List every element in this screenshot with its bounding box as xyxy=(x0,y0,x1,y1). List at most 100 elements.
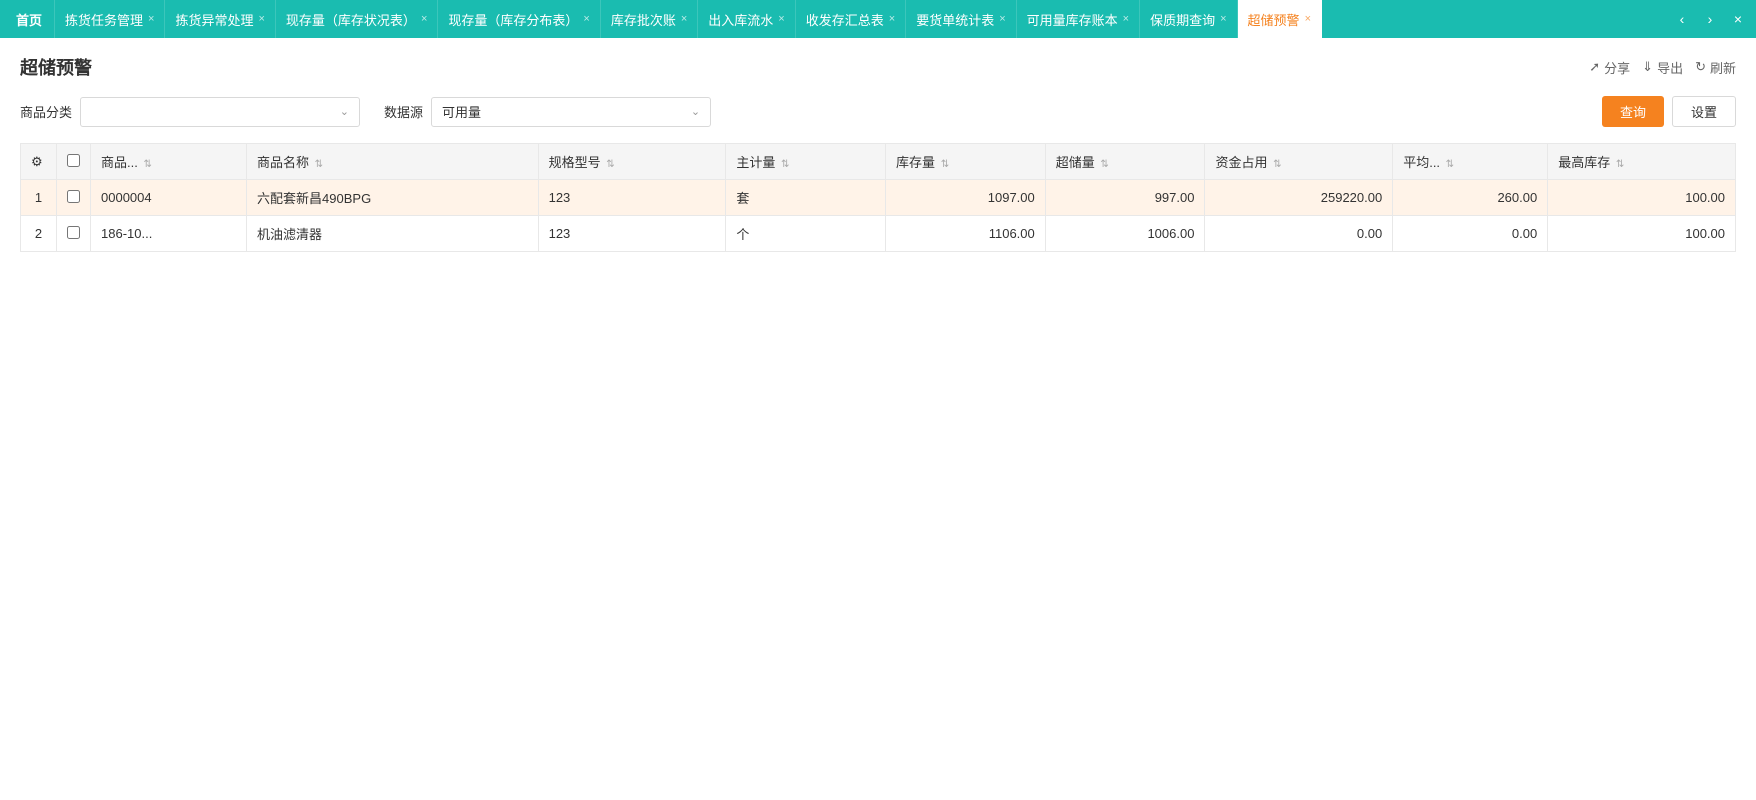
close-tab-tab8[interactable]: × xyxy=(999,13,1005,25)
query-button[interactable]: 查询 xyxy=(1602,96,1664,127)
row-spec: 123 xyxy=(538,180,726,216)
close-tab-tab11[interactable]: × xyxy=(1305,13,1311,25)
nav-home[interactable]: 首页 xyxy=(4,0,55,38)
close-tab-tab2[interactable]: × xyxy=(258,13,264,25)
top-nav: 首页 拣货任务管理×拣货异常处理×现存量（库存状况表）×现存量（库存分布表）×库… xyxy=(0,0,1756,38)
th-code[interactable]: 商品... ⇅ xyxy=(91,144,247,180)
nav-tab-tab8[interactable]: 要货单统计表× xyxy=(906,0,1016,38)
nav-close-arrow[interactable]: × xyxy=(1724,0,1752,38)
table-row: 2 186-10... 机油滤清器 123 个 1106.00 1006.00 … xyxy=(21,216,1736,252)
settings-button[interactable]: 设置 xyxy=(1672,96,1736,127)
close-tab-tab7[interactable]: × xyxy=(889,13,895,25)
sort-unit-icon: ⇅ xyxy=(781,159,789,170)
row-maxstock: 100.00 xyxy=(1548,216,1736,252)
sort-overstock-icon: ⇅ xyxy=(1100,159,1108,170)
row-num: 1 xyxy=(21,180,57,216)
datasource-dropdown-arrow: ⌄ xyxy=(691,105,700,118)
category-filter-group: 商品分类 ⌄ xyxy=(20,97,360,127)
row-spec: 123 xyxy=(538,216,726,252)
row-capital: 0.00 xyxy=(1205,216,1393,252)
select-all-checkbox[interactable] xyxy=(67,154,80,167)
table-row: 1 0000004 六配套新昌490BPG 123 套 1097.00 997.… xyxy=(21,180,1736,216)
table-header-row: ⚙ 商品... ⇅ 商品名称 ⇅ 规格型号 ⇅ 主计量 xyxy=(21,144,1736,180)
share-button[interactable]: ➚ 分享 xyxy=(1589,58,1630,77)
nav-tab-tab3[interactable]: 现存量（库存状况表）× xyxy=(276,0,438,38)
th-maxstock[interactable]: 最高库存 ⇅ xyxy=(1548,144,1736,180)
nav-right-arrow[interactable]: › xyxy=(1696,0,1724,38)
sort-stock-icon: ⇅ xyxy=(941,159,949,170)
row-overstock: 1006.00 xyxy=(1045,216,1205,252)
row-avg: 0.00 xyxy=(1393,216,1548,252)
refresh-button[interactable]: ↻ 刷新 xyxy=(1695,58,1736,77)
sort-spec-icon: ⇅ xyxy=(606,159,614,170)
close-tab-tab1[interactable]: × xyxy=(148,13,154,25)
th-gear[interactable]: ⚙ xyxy=(21,144,57,180)
filter-buttons: 查询 设置 xyxy=(1602,96,1736,127)
sort-name-icon: ⇅ xyxy=(315,159,323,170)
category-dropdown-arrow: ⌄ xyxy=(340,105,349,118)
th-checkbox[interactable] xyxy=(57,144,91,180)
row-unit: 套 xyxy=(726,180,886,216)
category-label: 商品分类 xyxy=(20,102,72,121)
th-capital[interactable]: 资金占用 ⇅ xyxy=(1205,144,1393,180)
nav-tab-tab7[interactable]: 收发存汇总表× xyxy=(796,0,906,38)
page-content: 超储预警 ➚ 分享 ⇓ 导出 ↻ 刷新 商品分类 ⌄ 数据源 xyxy=(0,38,1756,800)
nav-tab-tab1[interactable]: 拣货任务管理× xyxy=(55,0,165,38)
row-name: 机油滤清器 xyxy=(247,216,539,252)
nav-tab-tab2[interactable]: 拣货异常处理× xyxy=(165,0,275,38)
sort-avg-icon: ⇅ xyxy=(1446,159,1454,170)
th-avg[interactable]: 平均... ⇅ xyxy=(1393,144,1548,180)
close-tab-tab10[interactable]: × xyxy=(1220,13,1226,25)
row-code: 0000004 xyxy=(91,180,247,216)
page-title: 超储预警 xyxy=(20,54,92,80)
datasource-select[interactable]: 可用量 ⌄ xyxy=(431,97,711,127)
refresh-icon: ↻ xyxy=(1695,59,1706,75)
close-tab-tab3[interactable]: × xyxy=(421,13,427,25)
close-tab-tab9[interactable]: × xyxy=(1123,13,1129,25)
row-maxstock: 100.00 xyxy=(1548,180,1736,216)
th-spec[interactable]: 规格型号 ⇅ xyxy=(538,144,726,180)
nav-tab-tab10[interactable]: 保质期查询× xyxy=(1140,0,1237,38)
category-select[interactable]: ⌄ xyxy=(80,97,360,127)
row-checkbox-1[interactable] xyxy=(67,226,80,239)
th-name[interactable]: 商品名称 ⇅ xyxy=(247,144,539,180)
nav-tab-tab4[interactable]: 现存量（库存分布表）× xyxy=(438,0,600,38)
filter-row: 商品分类 ⌄ 数据源 可用量 ⌄ 查询 设置 xyxy=(20,96,1736,127)
row-overstock: 997.00 xyxy=(1045,180,1205,216)
th-unit[interactable]: 主计量 ⇅ xyxy=(726,144,886,180)
row-unit: 个 xyxy=(726,216,886,252)
nav-tab-tab9[interactable]: 可用量库存账本× xyxy=(1017,0,1140,38)
th-overstock[interactable]: 超储量 ⇅ xyxy=(1045,144,1205,180)
row-code: 186-10... xyxy=(91,216,247,252)
nav-tab-tab6[interactable]: 出入库流水× xyxy=(698,0,795,38)
close-tab-tab6[interactable]: × xyxy=(778,13,784,25)
row-stock: 1097.00 xyxy=(886,180,1046,216)
close-tab-tab5[interactable]: × xyxy=(681,13,687,25)
row-checkbox-cell[interactable] xyxy=(57,180,91,216)
datasource-value: 可用量 xyxy=(442,102,481,121)
row-checkbox-0[interactable] xyxy=(67,190,80,203)
nav-tab-tab5[interactable]: 库存批次账× xyxy=(601,0,698,38)
th-stock[interactable]: 库存量 ⇅ xyxy=(886,144,1046,180)
row-checkbox-cell[interactable] xyxy=(57,216,91,252)
page-header: 超储预警 ➚ 分享 ⇓ 导出 ↻ 刷新 xyxy=(20,54,1736,80)
row-avg: 260.00 xyxy=(1393,180,1548,216)
header-actions: ➚ 分享 ⇓ 导出 ↻ 刷新 xyxy=(1589,58,1736,77)
row-stock: 1106.00 xyxy=(886,216,1046,252)
export-icon: ⇓ xyxy=(1642,59,1653,75)
datasource-label: 数据源 xyxy=(384,102,423,121)
share-icon: ➚ xyxy=(1589,59,1600,75)
nav-left-arrow[interactable]: ‹ xyxy=(1668,0,1696,38)
datasource-filter-group: 数据源 可用量 ⌄ xyxy=(384,97,711,127)
row-num: 2 xyxy=(21,216,57,252)
nav-arrows: ‹ › × xyxy=(1668,0,1752,38)
sort-capital-icon: ⇅ xyxy=(1273,159,1281,170)
row-name: 六配套新昌490BPG xyxy=(247,180,539,216)
close-tab-tab4[interactable]: × xyxy=(583,13,589,25)
export-button[interactable]: ⇓ 导出 xyxy=(1642,58,1683,77)
sort-maxstock-icon: ⇅ xyxy=(1616,159,1624,170)
sort-code-icon: ⇅ xyxy=(143,159,151,170)
nav-tab-tab11[interactable]: 超储预警× xyxy=(1238,0,1322,38)
gear-icon: ⚙ xyxy=(31,154,43,169)
data-table: ⚙ 商品... ⇅ 商品名称 ⇅ 规格型号 ⇅ 主计量 xyxy=(20,143,1736,252)
